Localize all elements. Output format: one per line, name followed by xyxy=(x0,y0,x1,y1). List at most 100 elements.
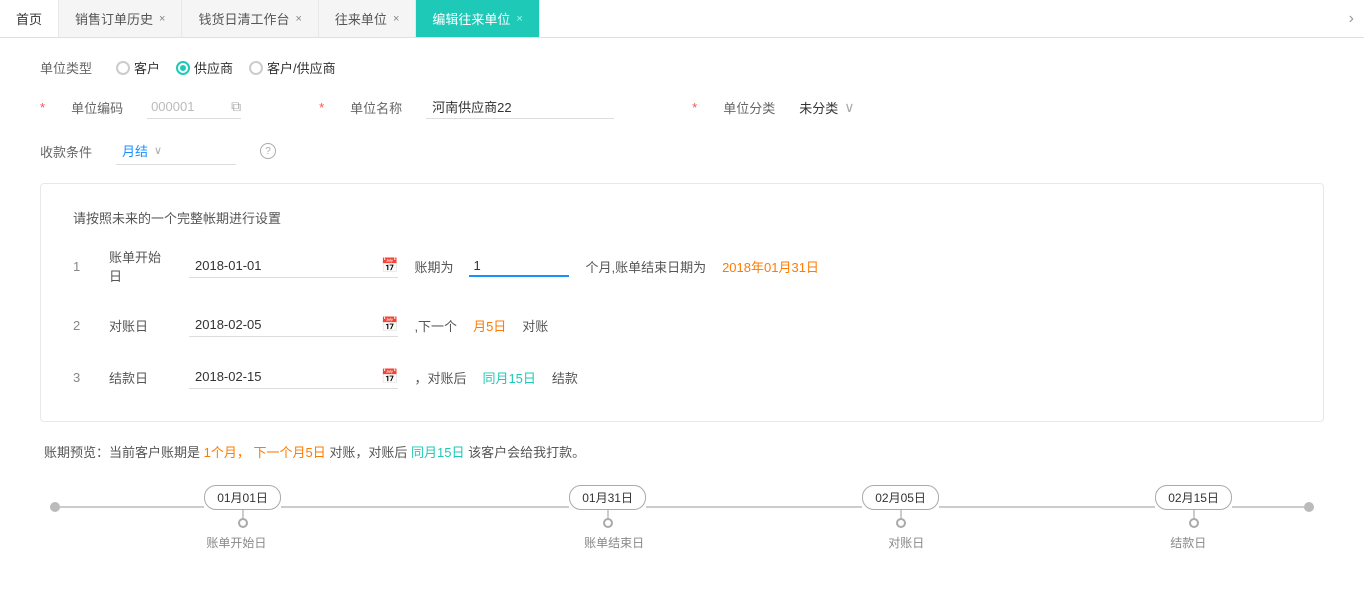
setting-row-3: 3 结款日 📅 ，对账后 同月15日 结款 xyxy=(73,365,1291,389)
settings-section: 请按照未来的一个完整帐期进行设置 1 账单开始日 📅 账期为 个月,账单结束日期… xyxy=(40,183,1324,422)
preview-mid: 对账，对账后 xyxy=(329,445,407,460)
payment-terms-select[interactable]: 月结 ∨ xyxy=(116,137,236,165)
payment-terms-value: 月结 xyxy=(122,141,148,160)
unit-cat-required: * xyxy=(692,100,697,115)
reconcile-date-input[interactable] xyxy=(189,313,377,336)
payment-terms-label: 收款条件 xyxy=(40,142,92,161)
tab-home[interactable]: 首页 xyxy=(0,0,59,37)
row-1-num: 1 xyxy=(73,259,93,274)
unit-type-row: 单位类型 客户 供应商 客户/供应商 xyxy=(40,58,1324,77)
row-3-suffix: 结款 xyxy=(552,368,578,387)
tab-sales-order-close[interactable]: × xyxy=(159,13,165,25)
setting-row-1: 1 账单开始日 📅 账期为 个月,账单结束日期为 2018年01月31日 xyxy=(73,247,1291,285)
timeline-start-dot xyxy=(50,502,60,512)
tab-cash-work-label: 钱货日清工作台 xyxy=(198,9,289,28)
unit-cat-label: 单位分类 xyxy=(723,98,775,117)
tab-bar: 首页 销售订单历史 × 钱货日清工作台 × 往来单位 × 编辑往来单位 × › xyxy=(0,0,1364,38)
unit-name-input[interactable] xyxy=(426,95,614,119)
unit-info-row: * 单位编码 ⧉ * 单位名称 * 单位分类 未分类 ∨ xyxy=(40,95,1324,119)
row-1-date-input: 📅 xyxy=(189,254,398,278)
row-1-period-label: 账期为 xyxy=(414,257,453,276)
unit-code-required: * xyxy=(40,100,45,115)
timeline-line-4 xyxy=(939,506,1155,508)
bill-start-date-input[interactable] xyxy=(189,254,377,277)
row-1-suffix: 个月,账单结束日期为 xyxy=(585,257,706,276)
copy-icon[interactable]: ⧉ xyxy=(231,98,241,115)
timeline-node-2: 01月31日 xyxy=(569,485,646,528)
preview-part1: 1个月， xyxy=(204,445,250,460)
tab-partner-unit-label: 往来单位 xyxy=(335,9,387,28)
timeline-badge-3: 02月05日 xyxy=(862,485,939,510)
unit-code-wrapper: ⧉ xyxy=(147,95,241,119)
radio-customer[interactable]: 客户 xyxy=(116,58,160,77)
tab-cash-work-close[interactable]: × xyxy=(295,13,301,25)
timeline-dot-1 xyxy=(238,518,248,528)
timeline-vert-2 xyxy=(607,510,609,518)
timeline-node-1: 01月01日 xyxy=(204,485,281,528)
bill-start-cal-icon[interactable]: 📅 xyxy=(381,257,398,274)
tab-cash-work[interactable]: 钱货日清工作台 × xyxy=(182,0,318,37)
tab-more-arrow[interactable]: › xyxy=(1339,0,1364,37)
tab-edit-partner[interactable]: 编辑往来单位 × xyxy=(416,0,539,37)
unit-type-label: 单位类型 xyxy=(40,58,92,77)
timeline-label-4: 结款日 xyxy=(1163,534,1213,551)
help-icon[interactable]: ? xyxy=(260,143,276,159)
unit-type-radio-group: 客户 供应商 客户/供应商 xyxy=(116,58,336,77)
tab-edit-partner-close[interactable]: × xyxy=(516,13,522,25)
row-2-num: 2 xyxy=(73,318,93,333)
radio-supplier-circle xyxy=(176,61,190,75)
tab-partner-unit[interactable]: 往来单位 × xyxy=(319,0,416,37)
preview-text: 账期预览：当前客户账期是 1个月， 下一个月5日 对账，对账后 同月15日 该客… xyxy=(40,442,1324,461)
timeline-label-1: 账单开始日 xyxy=(201,534,271,551)
tab-partner-unit-close[interactable]: × xyxy=(393,13,399,25)
timeline-dot-3 xyxy=(896,518,906,528)
radio-supplier[interactable]: 供应商 xyxy=(176,58,233,77)
timeline-node-4: 02月15日 xyxy=(1155,485,1232,528)
timeline-label-2: 账单结束日 xyxy=(579,534,649,551)
payment-terms-row: 收款条件 月结 ∨ ? xyxy=(40,137,1324,165)
row-2-suffix: 对账 xyxy=(522,316,548,335)
row-3-num: 3 xyxy=(73,370,93,385)
timeline-vert-4 xyxy=(1193,510,1195,518)
preview-prefix: 账期预览：当前客户账期是 xyxy=(44,445,200,460)
timeline-labels: 账单开始日 账单结束日 对账日 结款日 xyxy=(50,534,1314,551)
reconcile-highlight: 月5日 xyxy=(473,316,506,335)
timeline-dot-4 xyxy=(1189,518,1199,528)
timeline-line-2 xyxy=(281,506,569,508)
payment-highlight: 同月15日 xyxy=(482,368,535,387)
row-3-label: 结款日 xyxy=(109,368,173,387)
unit-name-required: * xyxy=(319,100,324,115)
setting-row-2: 2 对账日 📅 ,下一个 月5日 对账 xyxy=(73,313,1291,337)
reconcile-cal-icon[interactable]: 📅 xyxy=(381,316,398,333)
row-2-prefix: ,下一个 xyxy=(414,316,457,335)
radio-both[interactable]: 客户/供应商 xyxy=(249,58,336,77)
unit-cat-select[interactable]: 未分类 ∨ xyxy=(799,98,919,117)
timeline: 01月01日 01月31日 02月05日 02月15日 xyxy=(40,485,1324,551)
tab-sales-order-label: 销售订单历史 xyxy=(75,9,153,28)
unit-code-label: 单位编码 xyxy=(71,98,123,117)
period-value-input[interactable] xyxy=(469,256,569,277)
row-3-date-input: 📅 xyxy=(189,365,398,389)
timeline-line-3 xyxy=(646,506,862,508)
timeline-badge-4: 02月15日 xyxy=(1155,485,1232,510)
timeline-node-3: 02月05日 xyxy=(862,485,939,528)
radio-both-label: 客户/供应商 xyxy=(267,58,336,77)
radio-supplier-label: 供应商 xyxy=(194,58,233,77)
timeline-dot-2 xyxy=(603,518,613,528)
tab-edit-partner-label: 编辑往来单位 xyxy=(432,9,510,28)
tab-sales-order[interactable]: 销售订单历史 × xyxy=(59,0,182,37)
radio-customer-circle xyxy=(116,61,130,75)
unit-name-label: 单位名称 xyxy=(350,98,402,117)
timeline-vert-3 xyxy=(900,510,902,518)
tab-home-label: 首页 xyxy=(16,9,42,28)
radio-both-circle xyxy=(249,61,263,75)
preview-part2: 下一个月5日 xyxy=(254,445,326,460)
timeline-track: 01月01日 01月31日 02月05日 02月15日 xyxy=(50,485,1314,528)
unit-code-input[interactable] xyxy=(147,95,227,118)
payment-cal-icon[interactable]: 📅 xyxy=(381,368,398,385)
timeline-badge-1: 01月01日 xyxy=(204,485,281,510)
timeline-vert-1 xyxy=(242,510,244,518)
payment-date-input[interactable] xyxy=(189,365,377,388)
preview-part3: 同月15日 xyxy=(411,445,464,460)
timeline-label-3: 对账日 xyxy=(881,534,931,551)
